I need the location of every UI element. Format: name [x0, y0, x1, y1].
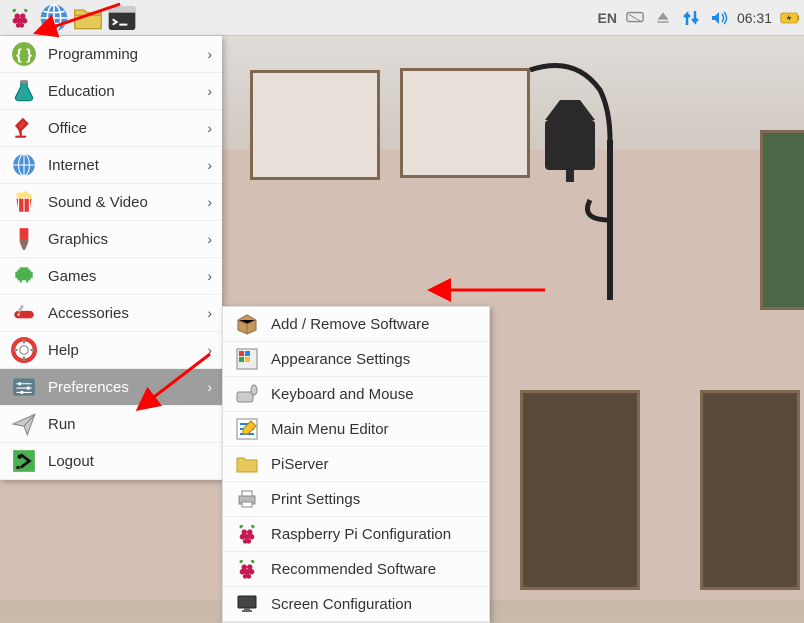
menu-item-label: Education — [48, 83, 115, 100]
terminal-icon — [106, 2, 138, 34]
printer-icon — [233, 485, 261, 513]
submenu-item-label: Print Settings — [271, 491, 360, 508]
brush-icon — [10, 225, 38, 253]
chevron-right-icon: › — [207, 379, 212, 395]
exit-icon — [10, 447, 38, 475]
chevron-right-icon: › — [207, 305, 212, 321]
chevron-right-icon: › — [207, 120, 212, 136]
chevron-right-icon: › — [207, 194, 212, 210]
menu-item-label: Run — [48, 416, 76, 433]
menu-item-label: Office — [48, 120, 87, 137]
svg-text:{ }: { } — [16, 46, 32, 63]
menu-item-label: Graphics — [48, 231, 108, 248]
keyboard-layout-indicator[interactable]: EN — [598, 10, 617, 26]
chevron-right-icon: › — [207, 342, 212, 358]
chevron-right-icon: › — [207, 157, 212, 173]
space-invader-icon — [10, 262, 38, 290]
menu-item-preferences[interactable]: Preferences › — [0, 369, 222, 406]
menu-item-label: Logout — [48, 453, 94, 470]
menu-item-internet[interactable]: Internet › — [0, 147, 222, 184]
popcorn-icon — [10, 188, 38, 216]
menu-item-logout[interactable]: Logout — [0, 443, 222, 480]
menu-item-programming[interactable]: { } Programming › — [0, 36, 222, 73]
theme-icon — [233, 345, 261, 373]
network-tray-icon[interactable] — [681, 8, 701, 28]
menu-item-games[interactable]: Games › — [0, 258, 222, 295]
submenu-item-label: Recommended Software — [271, 561, 436, 578]
submenu-item-label: Keyboard and Mouse — [271, 386, 414, 403]
submenu-item-appearance-settings[interactable]: Appearance Settings — [223, 342, 489, 377]
taskbar: EN 06:31 — [0, 0, 804, 36]
menu-item-label: Preferences — [48, 379, 129, 396]
submenu-item-add-remove-software[interactable]: Add / Remove Software — [223, 307, 489, 342]
menu-item-education[interactable]: Education › — [0, 73, 222, 110]
chevron-right-icon: › — [207, 231, 212, 247]
eject-tray-icon[interactable] — [653, 8, 673, 28]
menu-item-label: Internet — [48, 157, 99, 174]
raspberry-icon — [233, 555, 261, 583]
submenu-item-label: Raspberry Pi Configuration — [271, 526, 451, 543]
submenu-item-keyboard-mouse[interactable]: Keyboard and Mouse — [223, 377, 489, 412]
swiss-knife-icon — [10, 299, 38, 327]
menu-item-accessories[interactable]: Accessories › — [0, 295, 222, 332]
display-tray-icon[interactable] — [625, 8, 645, 28]
menu-editor-icon — [233, 415, 261, 443]
submenu-item-piserver[interactable]: PiServer — [223, 447, 489, 482]
monitor-icon — [233, 590, 261, 618]
menu-item-label: Help — [48, 342, 79, 359]
chevron-right-icon: › — [207, 46, 212, 62]
submenu-item-main-menu-editor[interactable]: Main Menu Editor — [223, 412, 489, 447]
submenu-item-label: Appearance Settings — [271, 351, 410, 368]
submenu-item-recommended-software[interactable]: Recommended Software — [223, 552, 489, 587]
web-browser-launcher[interactable] — [38, 3, 70, 33]
start-menu-button[interactable] — [4, 3, 36, 33]
chevron-right-icon: › — [207, 83, 212, 99]
submenu-item-label: Main Menu Editor — [271, 421, 389, 438]
menu-item-sound-video[interactable]: Sound & Video › — [0, 184, 222, 221]
folder-icon — [72, 2, 104, 34]
menu-item-help[interactable]: Help › — [0, 332, 222, 369]
menu-item-office[interactable]: Office › — [0, 110, 222, 147]
menu-item-label: Sound & Video — [48, 194, 148, 211]
raspberry-pi-icon — [9, 7, 31, 29]
raspberry-icon — [233, 520, 261, 548]
folder-server-icon — [233, 450, 261, 478]
lifebuoy-icon — [10, 336, 38, 364]
input-devices-icon — [233, 380, 261, 408]
menu-item-label: Games — [48, 268, 96, 285]
submenu-item-raspberry-pi-config[interactable]: Raspberry Pi Configuration — [223, 517, 489, 552]
sliders-icon — [10, 373, 38, 401]
submenu-item-label: Screen Configuration — [271, 596, 412, 613]
flask-icon — [10, 77, 38, 105]
preferences-submenu: Add / Remove Software Appearance Setting… — [222, 306, 490, 623]
submenu-item-print-settings[interactable]: Print Settings — [223, 482, 489, 517]
menu-item-label: Accessories — [48, 305, 129, 322]
submenu-item-label: PiServer — [271, 456, 329, 473]
terminal-launcher[interactable] — [106, 3, 138, 33]
volume-tray-icon[interactable] — [709, 8, 729, 28]
braces-icon: { } — [10, 40, 38, 68]
package-icon — [233, 310, 261, 338]
submenu-item-label: Add / Remove Software — [271, 316, 429, 333]
paper-plane-icon — [10, 410, 38, 438]
globe-icon — [10, 151, 38, 179]
globe-icon — [38, 2, 70, 34]
start-menu: { } Programming › Education › Office › I… — [0, 36, 222, 480]
menu-item-graphics[interactable]: Graphics › — [0, 221, 222, 258]
menu-item-label: Programming — [48, 46, 138, 63]
clock[interactable]: 06:31 — [737, 10, 772, 26]
battery-tray-icon[interactable] — [780, 8, 800, 28]
file-manager-launcher[interactable] — [72, 3, 104, 33]
submenu-item-screen-configuration[interactable]: Screen Configuration — [223, 587, 489, 622]
chevron-right-icon: › — [207, 268, 212, 284]
lamp-icon — [10, 114, 38, 142]
menu-item-run[interactable]: Run — [0, 406, 222, 443]
